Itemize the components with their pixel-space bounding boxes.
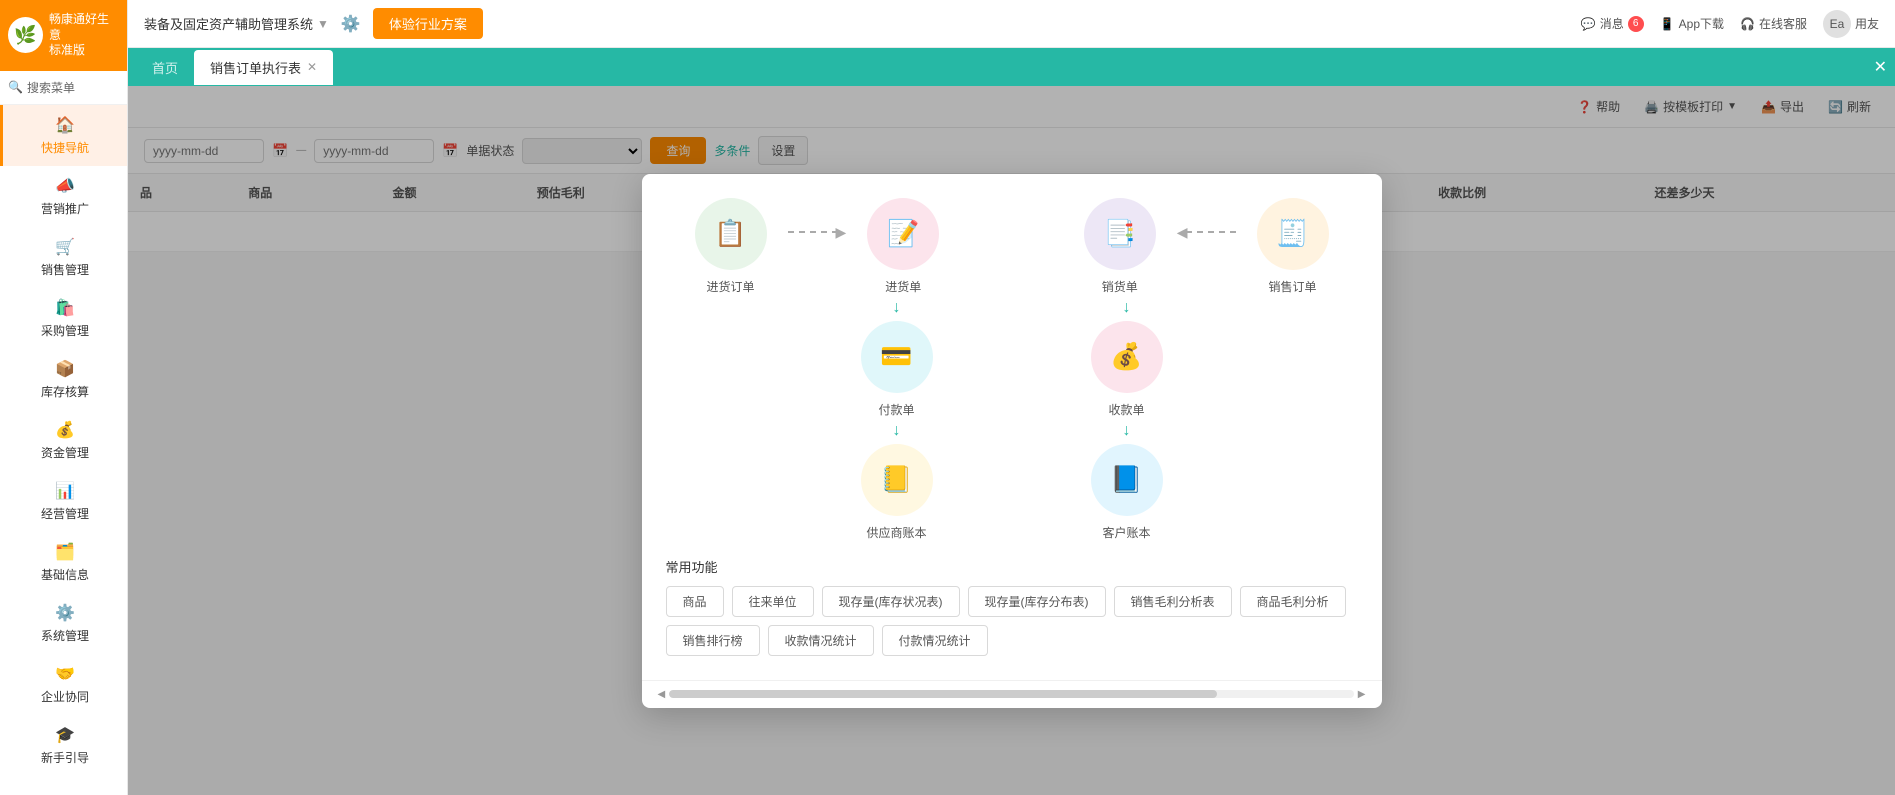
experience-btn[interactable]: 体验行业方案	[373, 8, 483, 39]
user-avatar: Ea	[1823, 10, 1851, 38]
sidebar-item-newbie[interactable]: 🎓 新手引导	[0, 715, 127, 776]
common-btn-product[interactable]: 商品	[666, 586, 724, 617]
sidebar-item-sales[interactable]: 🛒 销售管理	[0, 227, 127, 288]
flow-item-payment[interactable]: 💳 付款单	[832, 321, 962, 418]
search-menu[interactable]: 🔍 搜索菜单	[0, 71, 127, 105]
sidebar-item-inventory[interactable]: 📦 库存核算	[0, 349, 127, 410]
common-functions-title: 常用功能	[666, 557, 1358, 576]
dropdown-icon: ▼	[317, 17, 329, 31]
receipt-circle[interactable]: 💰	[1091, 321, 1163, 393]
gear-icon[interactable]: ⚙️	[341, 14, 361, 34]
system-title[interactable]: 装备及固定资产辅助管理系统 ▼	[144, 14, 329, 33]
tab-close-icon[interactable]: ✕	[307, 60, 317, 74]
common-btns-row2: 销售排行榜 收款情况统计 付款情况统计	[666, 625, 1358, 656]
sidebar-item-enterprise[interactable]: 🤝 企业协同	[0, 654, 127, 715]
modal-content: 📋 进货订单 ▶ 📝	[642, 174, 1382, 680]
tab-sales-order-exec[interactable]: 销售订单执行表 ✕	[194, 50, 333, 85]
sidebar-item-operation[interactable]: 📊 经营管理	[0, 471, 127, 532]
message-btn[interactable]: 💬 消息 6	[1581, 15, 1644, 32]
flow-item-sales-invoice[interactable]: 📑 销货单	[1055, 198, 1185, 295]
main-area: 装备及固定资产辅助管理系统 ▼ ⚙️ 体验行业方案 💬 消息 6 📱 App下载…	[128, 0, 1895, 795]
app-download-btn[interactable]: 📱 App下载	[1660, 15, 1724, 32]
enterprise-icon: 🤝	[55, 664, 75, 684]
marketing-icon: 📣	[55, 176, 75, 196]
scrollbar-left-arrow[interactable]: ◀	[658, 689, 666, 700]
flow-item-customer-ledger[interactable]: 📘 客户账本	[1062, 444, 1192, 541]
sales-order-circle[interactable]: 🧾	[1257, 198, 1329, 270]
sidebar-item-finance[interactable]: 💰 资金管理	[0, 410, 127, 471]
flow-item-purchase-order[interactable]: 📋 进货订单	[666, 198, 796, 295]
user-menu[interactable]: Ea 用友	[1823, 10, 1879, 38]
topbar: 装备及固定资产辅助管理系统 ▼ ⚙️ 体验行业方案 💬 消息 6 📱 App下载…	[128, 0, 1895, 48]
flow-modal: 📋 进货订单 ▶ 📝	[642, 174, 1382, 708]
purchase-receipt-circle[interactable]: 📝	[867, 198, 939, 270]
common-btn-payment-stat[interactable]: 付款情况统计	[882, 625, 988, 656]
newbie-icon: 🎓	[55, 725, 75, 745]
customer-ledger-circle[interactable]: 📘	[1091, 444, 1163, 516]
sales-icon: 🛒	[55, 237, 75, 257]
home-icon: 🏠	[55, 115, 75, 135]
tabbar: 首页 销售订单执行表 ✕ ✕	[128, 48, 1895, 86]
message-badge: 6	[1628, 16, 1644, 32]
flow-item-purchase-receipt[interactable]: 📝 进货单	[838, 198, 968, 295]
common-btn-stock-status[interactable]: 现存量(库存状况表)	[822, 586, 960, 617]
common-btn-receipt-stat[interactable]: 收款情况统计	[768, 625, 874, 656]
tab-home[interactable]: 首页	[136, 50, 194, 85]
tabbar-close-btn[interactable]: ✕	[1874, 57, 1887, 77]
sidebar-item-purchase[interactable]: 🛍️ 采购管理	[0, 288, 127, 349]
sidebar-logo[interactable]: 🌿 畅康通好生意 标准版	[0, 0, 127, 71]
scrollbar-right-arrow[interactable]: ▶	[1358, 689, 1366, 700]
modal-scrollbar: ◀ ▶	[642, 680, 1382, 708]
operation-icon: 📊	[55, 481, 75, 501]
flow-item-sales-order[interactable]: 🧾 销售订单	[1228, 198, 1358, 295]
download-icon: 📱	[1660, 17, 1675, 31]
sidebar: 🌿 畅康通好生意 标准版 🔍 搜索菜单 🏠 快捷导航 📣 营销推广 🛒 销售管理	[0, 0, 128, 795]
common-btn-counterpart[interactable]: 往来单位	[732, 586, 814, 617]
inventory-icon: 📦	[55, 359, 75, 379]
supplier-ledger-circle[interactable]: 📒	[861, 444, 933, 516]
sidebar-item-system[interactable]: ⚙️ 系统管理	[0, 593, 127, 654]
common-btn-product-gross[interactable]: 商品毛利分析	[1240, 586, 1346, 617]
purchase-order-circle[interactable]: 📋	[695, 198, 767, 270]
content-area: ❓ 帮助 🖨️ 按模板打印 ▼ 📤 导出 🔄 刷新	[128, 86, 1895, 795]
online-service-btn[interactable]: 🎧 在线客服	[1740, 15, 1807, 32]
modal-overlay[interactable]: 📋 进货订单 ▶ 📝	[128, 86, 1895, 795]
common-btn-stock-dist[interactable]: 现存量(库存分布表)	[968, 586, 1106, 617]
system-icon: ⚙️	[55, 603, 75, 623]
basic-info-icon: 🗂️	[55, 542, 75, 562]
common-functions-section: 常用功能 商品 往来单位 现存量(库存状况表) 现存量(库存分布表) 销售毛利分…	[666, 557, 1358, 656]
logo-icon: 🌿	[8, 17, 43, 53]
logo-text: 畅康通好生意 标准版	[49, 12, 119, 59]
common-btns-row1: 商品 往来单位 现存量(库存状况表) 现存量(库存分布表) 销售毛利分析表 商品…	[666, 586, 1358, 617]
topbar-right: 💬 消息 6 📱 App下载 🎧 在线客服 Ea 用友	[1581, 10, 1879, 38]
common-btn-sales-rank[interactable]: 销售排行榜	[666, 625, 760, 656]
sidebar-nav: 🏠 快捷导航 📣 营销推广 🛒 销售管理 🛍️ 采购管理 📦 库存核算 💰	[0, 105, 127, 795]
common-btn-sales-gross[interactable]: 销售毛利分析表	[1114, 586, 1232, 617]
sales-invoice-circle[interactable]: 📑	[1084, 198, 1156, 270]
scrollbar-track[interactable]	[669, 690, 1354, 698]
sidebar-item-basic-info[interactable]: 🗂️ 基础信息	[0, 532, 127, 593]
search-icon: 🔍	[8, 80, 23, 94]
sidebar-item-quick-nav[interactable]: 🏠 快捷导航	[0, 105, 127, 166]
flow-item-receipt[interactable]: 💰 收款单	[1062, 321, 1192, 418]
message-icon: 💬	[1581, 17, 1596, 31]
flow-section: 📋 进货订单 ▶ 📝	[666, 198, 1358, 541]
finance-icon: 💰	[55, 420, 75, 440]
sidebar-item-marketing[interactable]: 📣 营销推广	[0, 166, 127, 227]
service-icon: 🎧	[1740, 17, 1755, 31]
flow-item-supplier-ledger[interactable]: 📒 供应商账本	[832, 444, 962, 541]
purchase-icon: 🛍️	[55, 298, 75, 318]
payment-circle[interactable]: 💳	[861, 321, 933, 393]
scrollbar-thumb	[669, 690, 1217, 698]
